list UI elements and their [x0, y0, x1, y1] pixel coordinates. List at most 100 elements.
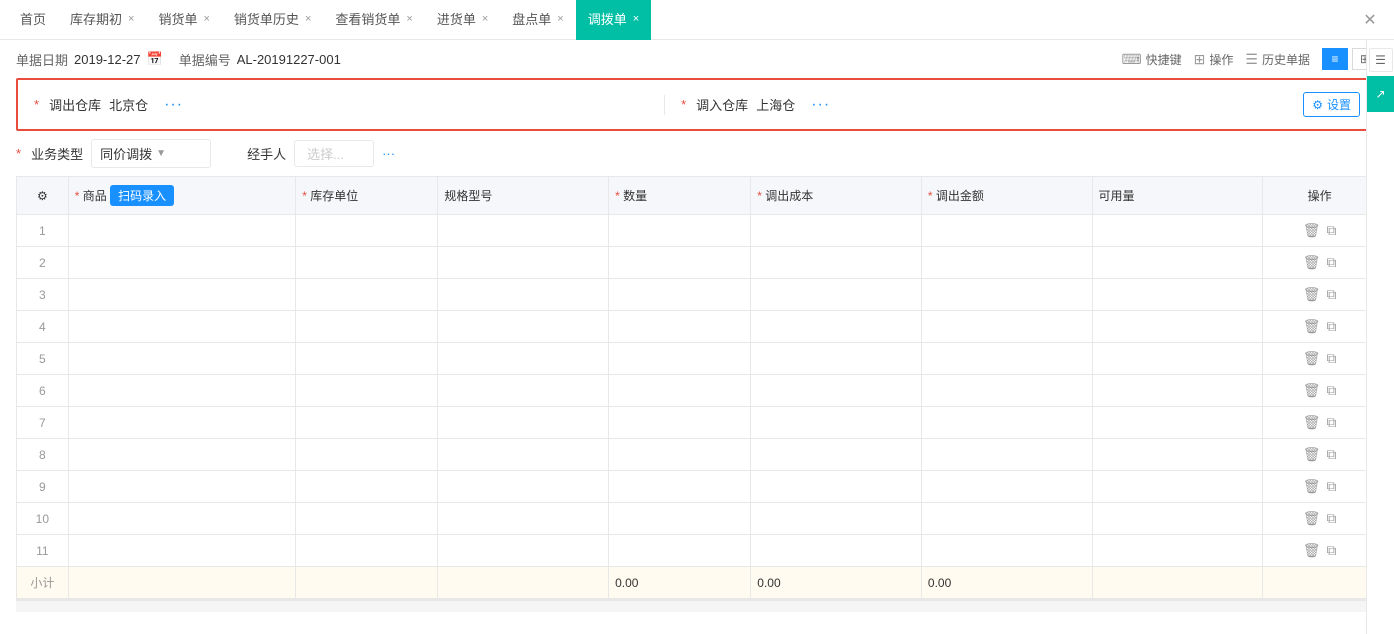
- cost-cell[interactable]: [751, 375, 922, 407]
- panel-list-icon[interactable]: ☰: [1369, 48, 1393, 72]
- copy-icon[interactable]: ⧉: [1326, 318, 1336, 335]
- available-cell[interactable]: [1092, 311, 1263, 343]
- cost-cell[interactable]: [751, 471, 922, 503]
- amount-cell[interactable]: [921, 471, 1092, 503]
- unit-cell[interactable]: [296, 535, 438, 567]
- cost-cell[interactable]: [751, 311, 922, 343]
- amount-cell[interactable]: [921, 279, 1092, 311]
- spec-cell[interactable]: [438, 407, 609, 439]
- tab-view-sales[interactable]: 查看销货单 ×: [323, 0, 424, 40]
- available-cell[interactable]: [1092, 503, 1263, 535]
- horizontal-scrollbar[interactable]: [16, 600, 1378, 612]
- product-cell[interactable]: [68, 279, 296, 311]
- copy-icon[interactable]: ⧉: [1326, 446, 1336, 463]
- copy-icon[interactable]: ⧉: [1326, 350, 1336, 367]
- unit-cell[interactable]: [296, 503, 438, 535]
- unit-cell[interactable]: [296, 439, 438, 471]
- spec-cell[interactable]: [438, 375, 609, 407]
- spec-cell[interactable]: [438, 247, 609, 279]
- close-tab-view-sales[interactable]: ×: [406, 13, 412, 25]
- amount-cell[interactable]: [921, 503, 1092, 535]
- unit-cell[interactable]: [296, 311, 438, 343]
- person-more[interactable]: ···: [382, 146, 395, 161]
- spec-cell[interactable]: [438, 439, 609, 471]
- available-cell[interactable]: [1092, 343, 1263, 375]
- qty-cell[interactable]: [609, 407, 751, 439]
- tab-inventory-check[interactable]: 盘点单 ×: [500, 0, 575, 40]
- delete-icon[interactable]: 🗑: [1303, 318, 1321, 335]
- delete-icon[interactable]: 🗑: [1303, 254, 1321, 271]
- amount-cell[interactable]: [921, 215, 1092, 247]
- delete-icon[interactable]: 🗑: [1303, 222, 1321, 239]
- spec-cell[interactable]: [438, 215, 609, 247]
- out-warehouse-more[interactable]: ···: [164, 96, 183, 114]
- tab-purchase[interactable]: 进货单 ×: [425, 0, 500, 40]
- unit-cell[interactable]: [296, 471, 438, 503]
- close-tab-sales-order[interactable]: ×: [203, 13, 209, 25]
- unit-cell[interactable]: [296, 343, 438, 375]
- list-view-button[interactable]: ≡: [1322, 48, 1348, 70]
- available-cell[interactable]: [1092, 375, 1263, 407]
- tab-bar-close-button[interactable]: ✕: [1354, 4, 1386, 36]
- in-warehouse-more[interactable]: ···: [811, 96, 830, 114]
- amount-cell[interactable]: [921, 375, 1092, 407]
- settings-button[interactable]: ⚙ 设置: [1303, 92, 1360, 117]
- cost-cell[interactable]: [751, 215, 922, 247]
- qty-cell[interactable]: [609, 375, 751, 407]
- available-cell[interactable]: [1092, 215, 1263, 247]
- cost-cell[interactable]: [751, 439, 922, 471]
- person-select[interactable]: 选择...: [294, 140, 374, 167]
- amount-cell[interactable]: [921, 343, 1092, 375]
- close-tab-transfer[interactable]: ×: [633, 13, 639, 25]
- product-cell[interactable]: [68, 439, 296, 471]
- product-cell[interactable]: [68, 503, 296, 535]
- copy-icon[interactable]: ⧉: [1326, 414, 1336, 431]
- amount-cell[interactable]: [921, 407, 1092, 439]
- qty-cell[interactable]: [609, 471, 751, 503]
- qty-cell[interactable]: [609, 343, 751, 375]
- available-cell[interactable]: [1092, 247, 1263, 279]
- available-cell[interactable]: [1092, 471, 1263, 503]
- copy-icon[interactable]: ⧉: [1326, 222, 1336, 239]
- cost-cell[interactable]: [751, 503, 922, 535]
- close-tab-sales-history[interactable]: ×: [305, 13, 311, 25]
- copy-icon[interactable]: ⧉: [1326, 254, 1336, 271]
- cost-cell[interactable]: [751, 535, 922, 567]
- spec-cell[interactable]: [438, 279, 609, 311]
- delete-icon[interactable]: 🗑: [1303, 414, 1321, 431]
- unit-cell[interactable]: [296, 375, 438, 407]
- amount-cell[interactable]: [921, 311, 1092, 343]
- product-cell[interactable]: [68, 407, 296, 439]
- qty-cell[interactable]: [609, 279, 751, 311]
- qty-cell[interactable]: [609, 439, 751, 471]
- spec-cell[interactable]: [438, 311, 609, 343]
- qty-cell[interactable]: [609, 247, 751, 279]
- product-cell[interactable]: [68, 375, 296, 407]
- unit-cell[interactable]: [296, 279, 438, 311]
- delete-icon[interactable]: 🗑: [1303, 350, 1321, 367]
- shortcut-button[interactable]: ⌨ 快捷键: [1121, 51, 1181, 68]
- tab-home[interactable]: 首页: [8, 0, 58, 40]
- close-tab-inventory-check[interactable]: ×: [557, 13, 563, 25]
- tab-inventory-init[interactable]: 库存期初 ×: [58, 0, 146, 40]
- delete-icon[interactable]: 🗑: [1303, 542, 1321, 559]
- cost-cell[interactable]: [751, 407, 922, 439]
- col-gear[interactable]: ⚙: [17, 177, 68, 215]
- copy-icon[interactable]: ⧉: [1326, 286, 1336, 303]
- amount-cell[interactable]: [921, 439, 1092, 471]
- qty-cell[interactable]: [609, 535, 751, 567]
- spec-cell[interactable]: [438, 535, 609, 567]
- unit-cell[interactable]: [296, 407, 438, 439]
- amount-cell[interactable]: [921, 535, 1092, 567]
- product-cell[interactable]: [68, 311, 296, 343]
- spec-cell[interactable]: [438, 343, 609, 375]
- unit-cell[interactable]: [296, 247, 438, 279]
- cost-cell[interactable]: [751, 343, 922, 375]
- table-gear-icon[interactable]: ⚙: [37, 189, 48, 203]
- spec-cell[interactable]: [438, 503, 609, 535]
- date-value[interactable]: 2019-12-27: [74, 52, 141, 67]
- qty-cell[interactable]: [609, 503, 751, 535]
- copy-icon[interactable]: ⧉: [1326, 542, 1336, 559]
- business-select[interactable]: 同价调拨 ▼: [91, 139, 211, 168]
- copy-icon[interactable]: ⧉: [1326, 382, 1336, 399]
